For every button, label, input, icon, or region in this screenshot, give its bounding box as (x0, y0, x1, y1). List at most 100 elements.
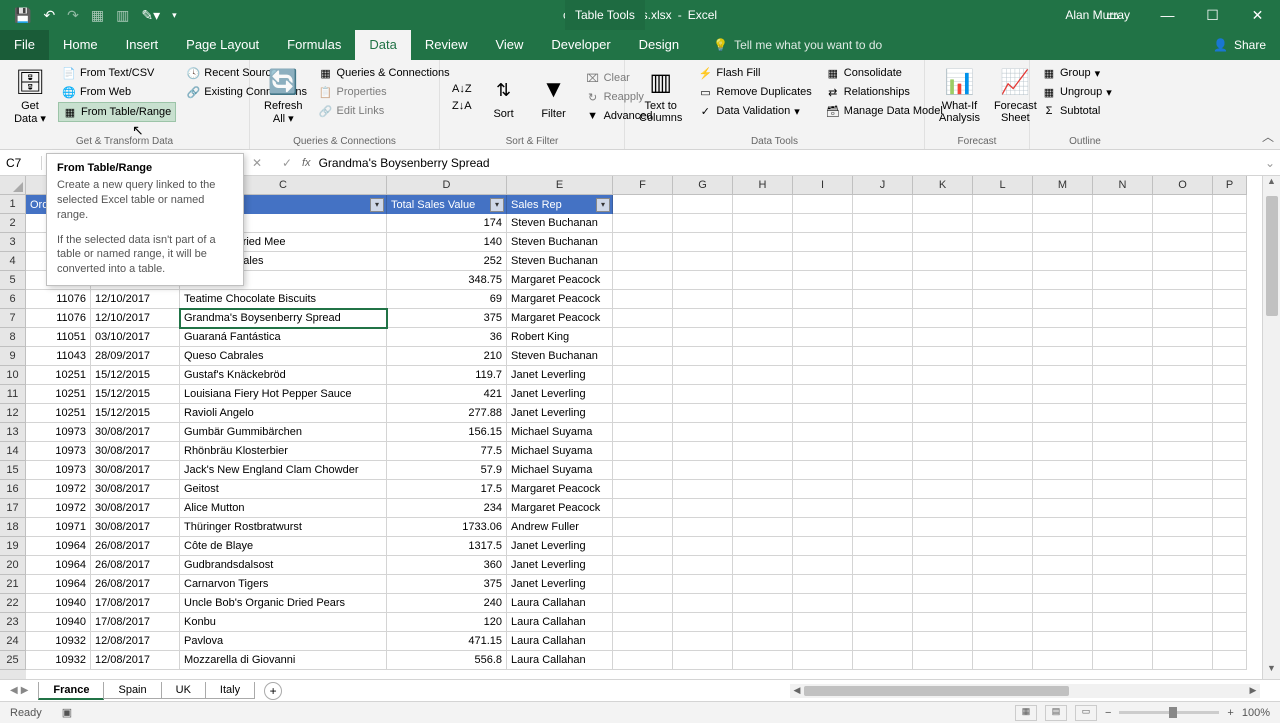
cell[interactable] (733, 252, 793, 271)
cell[interactable]: 421 (387, 385, 507, 404)
cell[interactable] (1153, 651, 1213, 670)
what-if-button[interactable]: 📊What-If Analysis (933, 64, 986, 130)
cell[interactable]: Uncle Bob's Organic Dried Pears (180, 594, 387, 613)
row-header[interactable]: 7 (0, 309, 26, 328)
sort-button[interactable]: ⇅Sort (482, 72, 526, 122)
cell[interactable] (793, 366, 853, 385)
cell[interactable] (1033, 309, 1093, 328)
cell[interactable] (613, 271, 673, 290)
cell[interactable] (1153, 499, 1213, 518)
cell[interactable]: 30/08/2017 (91, 423, 180, 442)
cell[interactable] (1093, 461, 1153, 480)
cell[interactable]: Margaret Peacock (507, 271, 613, 290)
scroll-right-icon[interactable]: ▶ (1246, 685, 1260, 696)
cell[interactable] (1093, 385, 1153, 404)
cell[interactable] (973, 328, 1033, 347)
cell[interactable]: Pavlova (180, 632, 387, 651)
minimize-icon[interactable]: — (1145, 0, 1190, 30)
cell[interactable] (733, 214, 793, 233)
name-box[interactable]: C7 (0, 156, 42, 170)
cell[interactable] (1153, 442, 1213, 461)
cell[interactable] (973, 233, 1033, 252)
cell[interactable] (1093, 214, 1153, 233)
cell[interactable] (913, 290, 973, 309)
cell[interactable] (913, 651, 973, 670)
cell[interactable]: Steven Buchanan (507, 214, 613, 233)
cell[interactable] (1213, 252, 1247, 271)
cell[interactable] (973, 575, 1033, 594)
ungroup-button[interactable]: ▦Ungroup ▾ (1038, 83, 1132, 101)
cell[interactable] (613, 461, 673, 480)
cell[interactable] (613, 442, 673, 461)
cell[interactable]: Janet Leverling (507, 366, 613, 385)
cell[interactable]: Michael Suyama (507, 461, 613, 480)
cell[interactable] (1153, 271, 1213, 290)
sheet-tab-uk[interactable]: UK (161, 682, 206, 699)
from-table-range-button[interactable]: ▦From Table/Range (58, 102, 176, 122)
tab-page-layout[interactable]: Page Layout (172, 30, 273, 60)
cell[interactable] (1093, 518, 1153, 537)
cell[interactable] (1153, 556, 1213, 575)
cell[interactable]: Queso Cabrales (180, 347, 387, 366)
cell[interactable]: 28/09/2017 (91, 347, 180, 366)
row-header[interactable]: 2 (0, 214, 26, 233)
cell[interactable]: 119.7 (387, 366, 507, 385)
tab-developer[interactable]: Developer (537, 30, 624, 60)
cell[interactable] (1153, 480, 1213, 499)
cell[interactable] (733, 518, 793, 537)
cell[interactable] (853, 499, 913, 518)
cell[interactable] (1213, 632, 1247, 651)
cell[interactable] (1093, 480, 1153, 499)
column-header[interactable]: O (1153, 176, 1213, 195)
cell[interactable] (1033, 214, 1093, 233)
cell[interactable] (613, 518, 673, 537)
cell[interactable] (793, 404, 853, 423)
cell[interactable]: Carnarvon Tigers (180, 575, 387, 594)
cell[interactable] (1093, 328, 1153, 347)
cell[interactable]: 26/08/2017 (91, 575, 180, 594)
cell[interactable] (793, 290, 853, 309)
cell[interactable] (673, 233, 733, 252)
cell[interactable] (853, 347, 913, 366)
get-data-button[interactable]: 🗄 Get Data ▾ (8, 64, 52, 130)
cell[interactable] (973, 252, 1033, 271)
cell[interactable] (973, 290, 1033, 309)
cell[interactable] (913, 518, 973, 537)
cell[interactable] (613, 347, 673, 366)
cell[interactable]: 12/08/2017 (91, 632, 180, 651)
cell[interactable] (1093, 290, 1153, 309)
row-header[interactable]: 6 (0, 290, 26, 309)
cell[interactable] (1033, 328, 1093, 347)
view-page-layout-icon[interactable]: ▤ (1045, 705, 1067, 721)
row-header[interactable]: 19 (0, 537, 26, 556)
cell[interactable] (1213, 347, 1247, 366)
row-header[interactable]: 12 (0, 404, 26, 423)
column-header[interactable]: I (793, 176, 853, 195)
cell[interactable]: 11076 (26, 290, 91, 309)
cell[interactable] (913, 214, 973, 233)
cell[interactable]: Côte de Blaye (180, 537, 387, 556)
cell[interactable]: 30/08/2017 (91, 442, 180, 461)
column-header[interactable]: E (507, 176, 613, 195)
cell[interactable] (1093, 556, 1153, 575)
tab-file[interactable]: File (0, 30, 49, 60)
cell[interactable] (853, 613, 913, 632)
cell[interactable] (1153, 594, 1213, 613)
enter-icon[interactable]: ✓ (282, 156, 292, 170)
cell[interactable] (973, 499, 1033, 518)
cell[interactable] (973, 518, 1033, 537)
from-text-csv-button[interactable]: 📄From Text/CSV (58, 64, 176, 82)
cell[interactable] (673, 404, 733, 423)
cell[interactable]: 12/08/2017 (91, 651, 180, 670)
cell[interactable]: 12/10/2017 (91, 290, 180, 309)
cell[interactable] (1093, 252, 1153, 271)
cell[interactable]: Gudbrandsdalsost (180, 556, 387, 575)
cell[interactable]: Janet Leverling (507, 556, 613, 575)
cell[interactable] (913, 385, 973, 404)
cell[interactable] (853, 651, 913, 670)
cell[interactable] (1213, 518, 1247, 537)
cell[interactable]: Teatime Chocolate Biscuits (180, 290, 387, 309)
expand-formula-bar-icon[interactable]: ⌄ (1260, 156, 1280, 170)
cell[interactable] (1153, 575, 1213, 594)
cell[interactable] (733, 651, 793, 670)
